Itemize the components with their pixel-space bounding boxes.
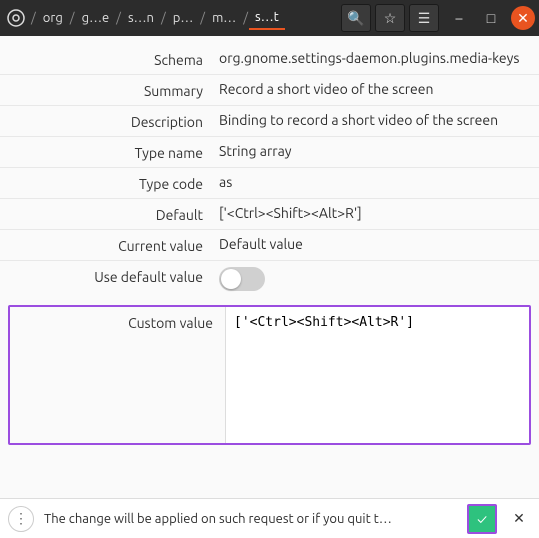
path-separator: / bbox=[115, 11, 122, 25]
path-separator: / bbox=[160, 11, 167, 25]
current-value: Default value bbox=[215, 236, 539, 254]
description-value: Binding to record a short video of the s… bbox=[215, 112, 539, 130]
apply-button[interactable]: ✓ bbox=[467, 504, 497, 534]
schema-value: org.gnome.settings-daemon.plugins.media-… bbox=[215, 50, 539, 68]
crumb-current[interactable]: s…t bbox=[249, 6, 285, 30]
menu-button[interactable]: ☰ bbox=[409, 4, 439, 32]
notification-bar: ⋮ The change will be applied on such req… bbox=[0, 498, 539, 538]
info-icon: ⋮ bbox=[14, 510, 28, 527]
hamburger-icon: ☰ bbox=[418, 10, 431, 27]
check-icon: ✓ bbox=[477, 511, 487, 527]
search-icon: 🔍 bbox=[347, 10, 364, 27]
star-icon: ☆ bbox=[384, 10, 397, 27]
notification-message: The change will be applied on such reque… bbox=[44, 512, 457, 526]
default-value: ['<Ctrl><Shift><Alt>R'] bbox=[215, 205, 539, 223]
settings-detail: Schemaorg.gnome.settings-daemon.plugins.… bbox=[0, 36, 539, 461]
typename-label: Type name bbox=[0, 143, 215, 161]
crumb-gnome[interactable]: g…e bbox=[76, 7, 116, 29]
dismiss-button[interactable]: ✕ bbox=[507, 507, 531, 531]
crumb-plugins[interactable]: p… bbox=[167, 7, 200, 29]
path-separator: / bbox=[242, 11, 249, 25]
breadcrumb: / org / g…e / s…n / p… / m… / s…t bbox=[30, 6, 337, 30]
custom-value-section: Custom value bbox=[8, 305, 531, 445]
description-label: Description bbox=[0, 112, 215, 130]
maximize-button[interactable]: □ bbox=[479, 6, 503, 30]
minimize-icon: – bbox=[456, 10, 463, 26]
path-separator: / bbox=[199, 11, 206, 25]
path-separator: / bbox=[30, 11, 37, 25]
summary-value: Record a short video of the screen bbox=[215, 81, 539, 99]
typecode-label: Type code bbox=[0, 174, 215, 192]
summary-label: Summary bbox=[0, 81, 215, 99]
path-separator: / bbox=[69, 11, 76, 25]
close-icon: ✕ bbox=[513, 510, 525, 527]
close-window-button[interactable]: ✕ bbox=[511, 6, 535, 30]
maximize-icon: □ bbox=[487, 10, 495, 26]
typename-value: String array bbox=[215, 143, 539, 161]
custom-label: Custom value bbox=[10, 307, 225, 443]
info-button[interactable]: ⋮ bbox=[8, 506, 34, 532]
app-logo-icon bbox=[4, 6, 28, 30]
titlebar: / org / g…e / s…n / p… / m… / s…t 🔍 ☆ ☰ … bbox=[0, 0, 539, 36]
crumb-media[interactable]: m… bbox=[206, 7, 242, 29]
usedefault-switch[interactable] bbox=[219, 267, 265, 291]
close-icon: ✕ bbox=[517, 10, 529, 27]
crumb-org[interactable]: org bbox=[37, 7, 69, 29]
current-label: Current value bbox=[0, 236, 215, 254]
minimize-button[interactable]: – bbox=[447, 6, 471, 30]
bookmark-button[interactable]: ☆ bbox=[375, 4, 405, 32]
default-label: Default bbox=[0, 205, 215, 223]
typecode-value: as bbox=[215, 174, 539, 192]
usedefault-label: Use default value bbox=[0, 267, 215, 291]
schema-label: Schema bbox=[0, 50, 215, 68]
crumb-settings[interactable]: s…n bbox=[122, 7, 160, 29]
custom-value-input[interactable] bbox=[225, 307, 529, 443]
search-button[interactable]: 🔍 bbox=[341, 4, 371, 32]
